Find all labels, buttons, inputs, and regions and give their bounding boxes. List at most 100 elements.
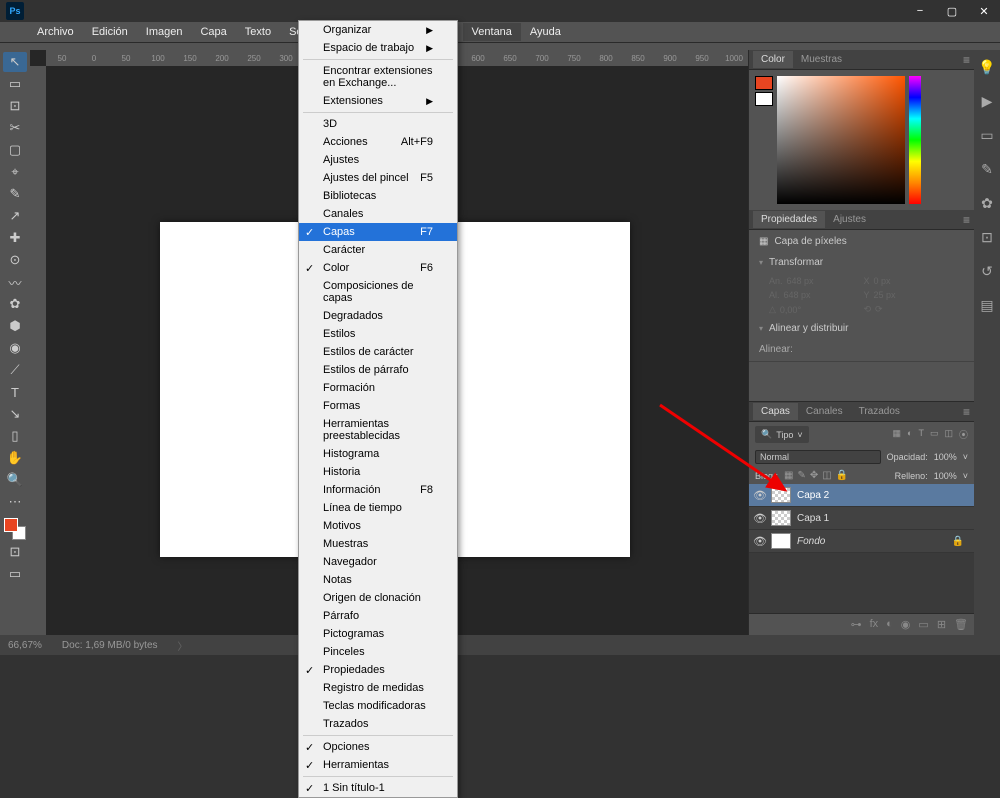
menu-item-car-cter[interactable]: Carácter	[299, 241, 457, 259]
opacity-input[interactable]: 100%	[934, 452, 957, 462]
menu-item-histograma[interactable]: Histograma	[299, 445, 457, 463]
panel-menu-icon[interactable]: ≡	[963, 213, 970, 227]
lock-artboard-icon[interactable]: ◫	[822, 470, 831, 481]
tool-button[interactable]: ▭	[3, 74, 27, 94]
tool-button[interactable]: ⟋	[3, 360, 27, 380]
visibility-icon[interactable]: 👁	[753, 512, 765, 525]
brushes-icon[interactable]: ✿	[978, 194, 996, 212]
menu-item-canales[interactable]: Canales	[299, 205, 457, 223]
layer-row[interactable]: 👁Fondo🔒	[749, 530, 974, 553]
menu-item-color[interactable]: ✓ColorF6	[299, 259, 457, 277]
menu-item-pictogramas[interactable]: Pictogramas	[299, 625, 457, 643]
tab-properties[interactable]: Propiedades	[753, 211, 825, 228]
layer-row[interactable]: 👁 Capa 2	[749, 484, 974, 507]
frame-icon[interactable]: ▭	[978, 126, 996, 144]
fx-icon[interactable]: fx	[870, 618, 879, 631]
menu-imagen[interactable]: Imagen	[137, 23, 192, 41]
menu-capa[interactable]: Capa	[191, 23, 235, 41]
screenmode-icon[interactable]: ▭	[3, 564, 27, 584]
blend-mode-select[interactable]: Normal	[755, 450, 881, 464]
section-align[interactable]: Alinear y distribuir	[749, 319, 974, 338]
tab-adjustments[interactable]: Ajustes	[825, 211, 874, 228]
adjustment-icon[interactable]: ◉	[901, 618, 911, 631]
play-icon[interactable]: ▶	[978, 92, 996, 110]
mask-icon[interactable]: ◐	[886, 618, 893, 631]
menu-item-l-nea-de-tiempo[interactable]: Línea de tiempo	[299, 499, 457, 517]
tool-button[interactable]: ✚	[3, 228, 27, 248]
layer-name[interactable]: Fondo	[797, 536, 825, 547]
menu-item-formaci-n[interactable]: Formación	[299, 379, 457, 397]
tool-button[interactable]: ↗	[3, 206, 27, 226]
tool-button[interactable]: ⋯	[3, 492, 27, 512]
layer-name[interactable]: Capa 2	[797, 490, 829, 501]
filter-toggle[interactable]: ⦿	[959, 428, 968, 441]
menu-item-pinceles[interactable]: Pinceles	[299, 643, 457, 661]
y-input[interactable]: 25 px	[874, 290, 914, 300]
new-layer-icon[interactable]: ⊞	[937, 618, 946, 631]
flip-v-icon[interactable]: ⟳	[875, 304, 883, 315]
lock-pixels-icon[interactable]: ✎	[797, 470, 805, 481]
maximize-button[interactable]: ▢	[936, 0, 968, 22]
menu-item-notas[interactable]: Notas	[299, 571, 457, 589]
tool-button[interactable]: ◉	[3, 338, 27, 358]
menu-item-estilos-de-car-cter[interactable]: Estilos de carácter	[299, 343, 457, 361]
layer-name[interactable]: Capa 1	[797, 513, 829, 524]
menu-item-extensiones[interactable]: Extensiones▶	[299, 92, 457, 110]
color-field[interactable]	[777, 76, 905, 204]
menu-item-herramientas-preestablecidas[interactable]: Herramientas preestablecidas	[299, 415, 457, 445]
fg-swatch[interactable]	[755, 76, 773, 90]
quickmask-icon[interactable]: ⊡	[3, 542, 27, 562]
fill-input[interactable]: 100%	[934, 471, 957, 481]
tab-swatches[interactable]: Muestras	[793, 51, 850, 68]
menu-item-p-rrafo[interactable]: Párrafo	[299, 607, 457, 625]
x-input[interactable]: 0 px	[874, 276, 914, 286]
menu-item-ajustes[interactable]: Ajustes	[299, 151, 457, 169]
tool-button[interactable]: 🔍	[3, 470, 27, 490]
tool-button[interactable]: ✿	[3, 294, 27, 314]
menu-archivo[interactable]: Archivo	[28, 23, 83, 41]
filter-text-icon[interactable]: T	[918, 428, 924, 441]
lock-all-icon[interactable]: 🔒	[836, 470, 848, 481]
menu-item-informaci-n[interactable]: InformaciónF8	[299, 481, 457, 499]
library-icon[interactable]: ▤	[978, 296, 996, 314]
fg-bg-swatches[interactable]	[4, 518, 26, 540]
menu-item-teclas-modificadoras[interactable]: Teclas modificadoras	[299, 697, 457, 715]
lightbulb-icon[interactable]: 💡	[978, 58, 996, 76]
tool-button[interactable]: ↖	[3, 52, 27, 72]
filter-adjust-icon[interactable]: ◐	[907, 428, 912, 441]
width-input[interactable]: 648 px	[787, 276, 827, 286]
layer-thumbnail[interactable]	[771, 533, 791, 549]
tool-button[interactable]: ⊡	[3, 96, 27, 116]
tool-button[interactable]: 〰	[3, 272, 27, 292]
menu-item-encontrar-extensiones-en-exchange-[interactable]: Encontrar extensiones en Exchange...	[299, 62, 457, 92]
trash-icon[interactable]: 🗑	[954, 618, 968, 631]
visibility-icon[interactable]: 👁	[753, 489, 765, 502]
filter-smart-icon[interactable]: ◫	[944, 428, 953, 441]
section-transform[interactable]: Transformar	[749, 253, 974, 272]
menu-item-trazados[interactable]: Trazados	[299, 715, 457, 733]
menu-ventana[interactable]: Ventana	[463, 23, 521, 41]
tool-button[interactable]: ✎	[3, 184, 27, 204]
menu-item-1-sin-t-tulo-1[interactable]: ✓1 Sin título-1	[299, 779, 457, 797]
flip-h-icon[interactable]: ⟲	[864, 304, 872, 315]
link-icon[interactable]: ⊶	[851, 618, 862, 631]
angle-input[interactable]: 0,00°	[780, 305, 820, 315]
menu-item-registro-de-medidas[interactable]: Registro de medidas	[299, 679, 457, 697]
tab-layers[interactable]: Capas	[753, 403, 798, 420]
menu-item-muestras[interactable]: Muestras	[299, 535, 457, 553]
history-icon[interactable]: ↺	[978, 262, 996, 280]
menu-item-ajustes-del-pincel[interactable]: Ajustes del pincelF5	[299, 169, 457, 187]
zoom-level[interactable]: 66,67%	[8, 640, 42, 651]
tool-button[interactable]: ↘	[3, 404, 27, 424]
clone-icon[interactable]: ⊡	[978, 228, 996, 246]
height-input[interactable]: 648 px	[784, 290, 824, 300]
minimize-button[interactable]: −	[904, 0, 936, 22]
menu-item-estilos-de-p-rrafo[interactable]: Estilos de párrafo	[299, 361, 457, 379]
visibility-icon[interactable]: 👁	[753, 535, 765, 548]
tool-button[interactable]: ⬢	[3, 316, 27, 336]
layer-row[interactable]: 👁 Capa 1	[749, 507, 974, 530]
menu-texto[interactable]: Texto	[236, 23, 280, 41]
menu-item-estilos[interactable]: Estilos	[299, 325, 457, 343]
tool-button[interactable]: ✂	[3, 118, 27, 138]
hue-strip[interactable]	[909, 76, 921, 204]
